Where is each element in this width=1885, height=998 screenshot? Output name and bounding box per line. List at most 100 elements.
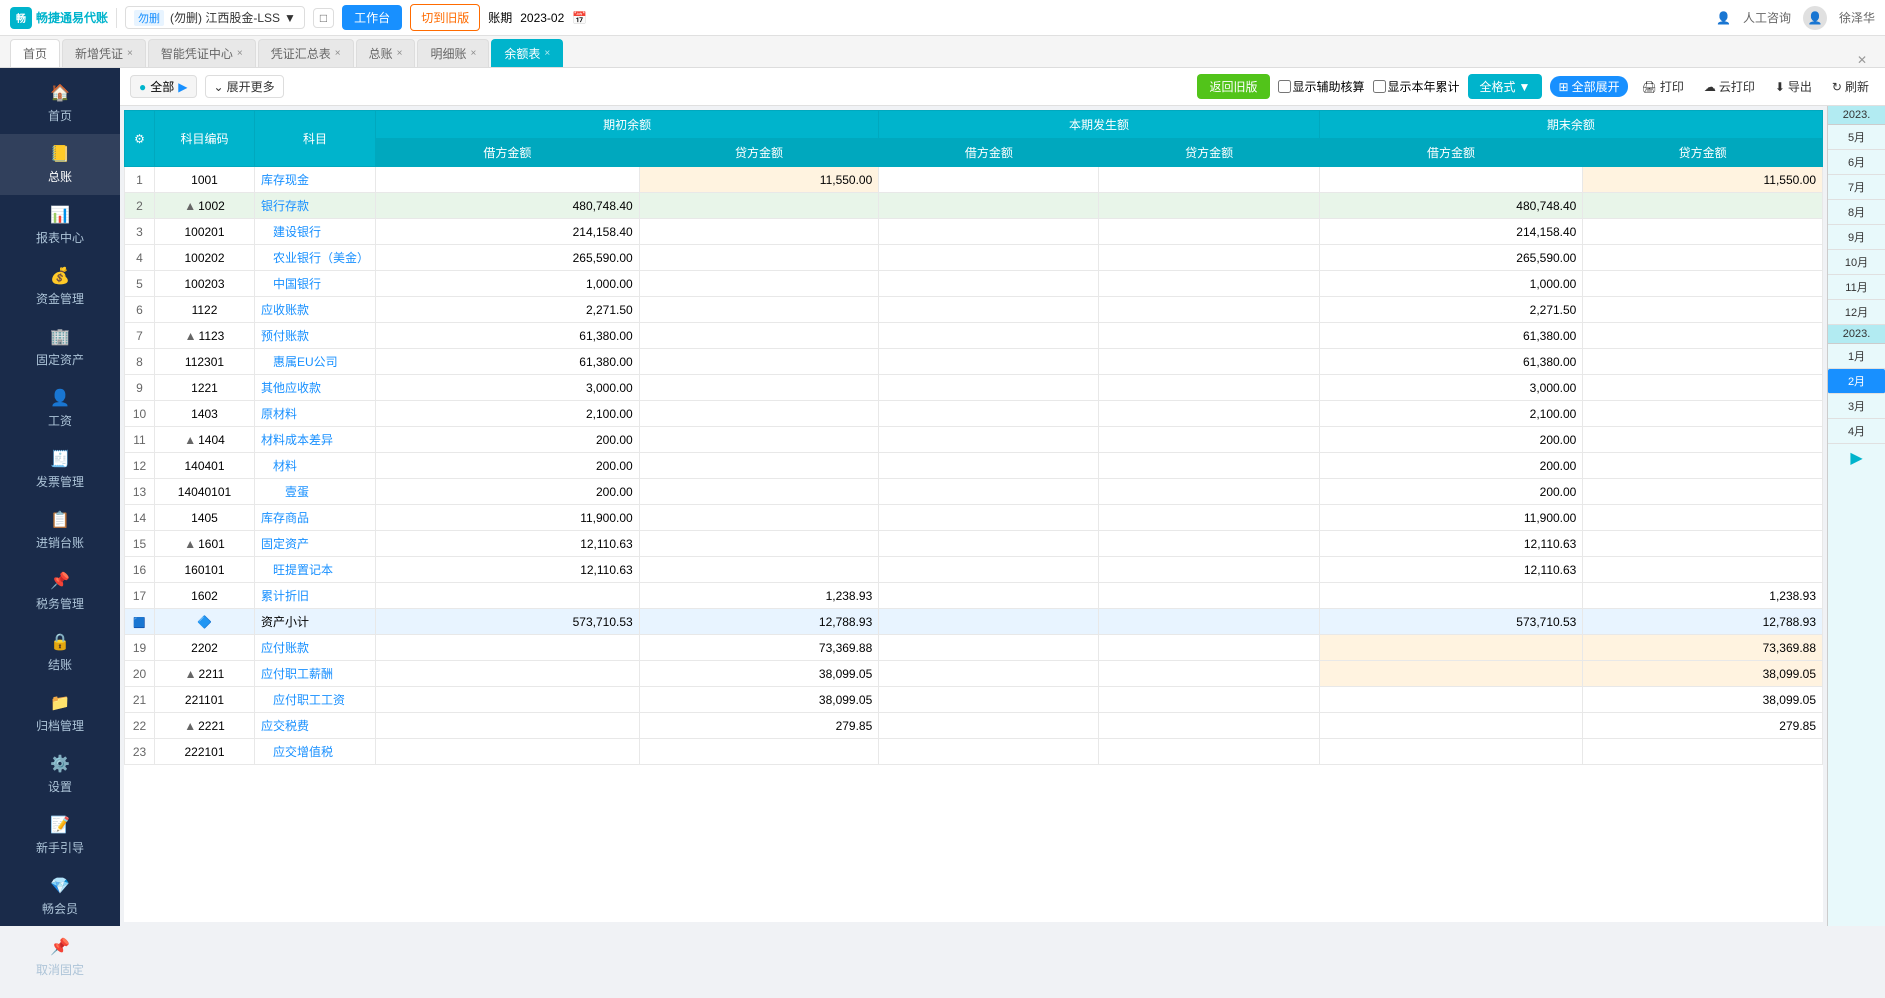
- month-4[interactable]: 4月: [1828, 419, 1885, 444]
- account-name-cell[interactable]: 应付职工工资: [255, 687, 376, 713]
- account-link[interactable]: 应交税费: [261, 719, 309, 733]
- account-link[interactable]: 应付账款: [261, 641, 309, 655]
- account-link[interactable]: 壹蛋: [285, 485, 309, 499]
- sidebar-item-home[interactable]: 🏠 首页: [0, 73, 120, 134]
- close-detail-icon[interactable]: ×: [470, 48, 476, 59]
- tab-home[interactable]: 首页: [10, 39, 60, 67]
- account-link[interactable]: 预付账款: [261, 329, 309, 343]
- close-new-voucher-icon[interactable]: ×: [127, 48, 133, 59]
- account-link[interactable]: 材料成本差异: [261, 433, 333, 447]
- account-link[interactable]: 应交增值税: [273, 745, 333, 759]
- account-link[interactable]: 中国银行: [273, 277, 321, 291]
- sidebar-item-member[interactable]: 💎 畅会员: [0, 866, 120, 927]
- aux-checkbox-input[interactable]: [1278, 80, 1291, 93]
- account-link[interactable]: 旺提置记本: [273, 563, 333, 577]
- account-name-cell[interactable]: 固定资产: [255, 531, 376, 557]
- account-link[interactable]: 固定资产: [261, 537, 309, 551]
- expand-all-toggle[interactable]: ⊞ 全部展开: [1550, 76, 1627, 97]
- account-name-cell[interactable]: 应付职工薪酬: [255, 661, 376, 687]
- sidebar-item-pin[interactable]: 📌 取消固定: [0, 927, 120, 988]
- account-link[interactable]: 应付职工薪酬: [261, 667, 333, 681]
- sidebar-item-payroll[interactable]: 👤 工资: [0, 378, 120, 439]
- account-name-cell[interactable]: 农业银行（美金）: [255, 245, 376, 271]
- month-9[interactable]: 9月: [1828, 225, 1885, 250]
- account-link[interactable]: 其他应收款: [261, 381, 321, 395]
- sidebar-item-settings[interactable]: ⚙️ 设置: [0, 744, 120, 805]
- account-name-cell[interactable]: 壹蛋: [255, 479, 376, 505]
- consult-label[interactable]: 人工咨询: [1743, 9, 1791, 26]
- account-name-cell[interactable]: 预付账款: [255, 323, 376, 349]
- month-3[interactable]: 3月: [1828, 394, 1885, 419]
- close-ledger-icon[interactable]: ×: [397, 48, 403, 59]
- account-link[interactable]: 材料: [273, 459, 297, 473]
- copy-button[interactable]: □: [313, 8, 334, 28]
- balance-table-scroll[interactable]: ⚙ 科目编码 科目 期初余额 本期发生额 期末余额 借方金额 贷方金额 借方金额: [124, 110, 1823, 922]
- sidebar-item-archive[interactable]: 📁 归档管理: [0, 683, 120, 744]
- account-link[interactable]: 建设银行: [273, 225, 321, 239]
- ytd-checkbox-input[interactable]: [1373, 80, 1386, 93]
- account-name-cell[interactable]: 累计折旧: [255, 583, 376, 609]
- month-12[interactable]: 12月: [1828, 300, 1885, 325]
- month-5[interactable]: 5月: [1828, 125, 1885, 150]
- account-link[interactable]: 库存商品: [261, 511, 309, 525]
- account-name-cell[interactable]: 应交增值税: [255, 739, 376, 765]
- close-smart-check-icon[interactable]: ×: [237, 48, 243, 59]
- filter-arrow-icon[interactable]: ▶: [178, 80, 187, 94]
- calendar-icon[interactable]: 📅: [572, 11, 587, 25]
- calendar-toggle[interactable]: ▶: [1828, 444, 1885, 472]
- account-link[interactable]: 惠属EU公司: [273, 355, 338, 369]
- account-name-cell[interactable]: 材料成本差异: [255, 427, 376, 453]
- account-name-cell[interactable]: 库存商品: [255, 505, 376, 531]
- close-voucher-summary-icon[interactable]: ×: [335, 48, 341, 59]
- sidebar-item-ledger[interactable]: 📒 总账: [0, 134, 120, 195]
- account-name-cell[interactable]: 中国银行: [255, 271, 376, 297]
- workbench-button[interactable]: 工作台: [342, 5, 402, 30]
- account-name-cell[interactable]: 建设银行: [255, 219, 376, 245]
- filter-group[interactable]: ● 全部 ▶: [130, 75, 197, 98]
- print-button[interactable]: 🖨 打印: [1636, 76, 1690, 97]
- account-link[interactable]: 库存现金: [261, 173, 309, 187]
- export-button[interactable]: ⬇ 导出: [1769, 76, 1818, 97]
- account-name-cell[interactable]: 材料: [255, 453, 376, 479]
- month-6[interactable]: 6月: [1828, 150, 1885, 175]
- expand-more-button[interactable]: ⌄ 展开更多: [205, 75, 284, 98]
- month-10[interactable]: 10月: [1828, 250, 1885, 275]
- account-name-cell[interactable]: 应付账款: [255, 635, 376, 661]
- account-name-cell[interactable]: 其他应收款: [255, 375, 376, 401]
- account-name-cell[interactable]: 旺提置记本: [255, 557, 376, 583]
- tab-voucher-summary[interactable]: 凭证汇总表 ×: [258, 39, 354, 67]
- account-link[interactable]: 应收账款: [261, 303, 309, 317]
- tab-new-voucher[interactable]: 新增凭证 ×: [62, 39, 146, 67]
- account-name-cell[interactable]: 惠属EU公司: [255, 349, 376, 375]
- month-7[interactable]: 7月: [1828, 175, 1885, 200]
- full-format-button[interactable]: 全格式 ▼: [1468, 74, 1543, 99]
- tab-smart-check[interactable]: 智能凭证中心 ×: [148, 39, 256, 67]
- sidebar-item-capital[interactable]: 💰 资金管理: [0, 256, 120, 317]
- account-link[interactable]: 农业银行（美金）: [273, 251, 369, 265]
- month-11[interactable]: 11月: [1828, 275, 1885, 300]
- month-8[interactable]: 8月: [1828, 200, 1885, 225]
- account-link[interactable]: 应付职工工资: [273, 693, 345, 707]
- sidebar-item-guide[interactable]: 📝 新手引导: [0, 805, 120, 866]
- month-1[interactable]: 1月: [1828, 344, 1885, 369]
- refresh-button[interactable]: ↻ 刷新: [1826, 76, 1875, 97]
- account-name-cell[interactable]: 银行存款: [255, 193, 376, 219]
- return-old-button[interactable]: 返回旧版: [1197, 74, 1269, 99]
- company-selector[interactable]: 勿删 (勿删) 江西股金-LSS ▼: [125, 6, 305, 29]
- show-aux-checkbox[interactable]: 显示辅助核算: [1278, 78, 1365, 95]
- close-window-button[interactable]: ✕: [1849, 53, 1875, 67]
- account-name-cell[interactable]: 应交税费: [255, 713, 376, 739]
- sidebar-item-trade[interactable]: 📋 进销台账: [0, 500, 120, 561]
- show-ytd-checkbox[interactable]: 显示本年累计: [1373, 78, 1460, 95]
- account-name-cell[interactable]: 库存现金: [255, 167, 376, 193]
- sidebar-item-fixed[interactable]: 🏢 固定资产: [0, 317, 120, 378]
- account-name-cell[interactable]: 原材料: [255, 401, 376, 427]
- sidebar-item-report[interactable]: 📊 报表中心: [0, 195, 120, 256]
- month-2-active[interactable]: 2月: [1828, 369, 1885, 394]
- period-switch-button[interactable]: 切到旧版: [410, 4, 480, 31]
- tab-balance[interactable]: 余额表 ×: [491, 39, 563, 67]
- sidebar-item-tax[interactable]: 📌 税务管理: [0, 561, 120, 622]
- settings-header[interactable]: ⚙: [125, 111, 155, 167]
- account-link[interactable]: 银行存款: [261, 199, 309, 213]
- cloud-print-button[interactable]: ☁ 云打印: [1698, 76, 1761, 97]
